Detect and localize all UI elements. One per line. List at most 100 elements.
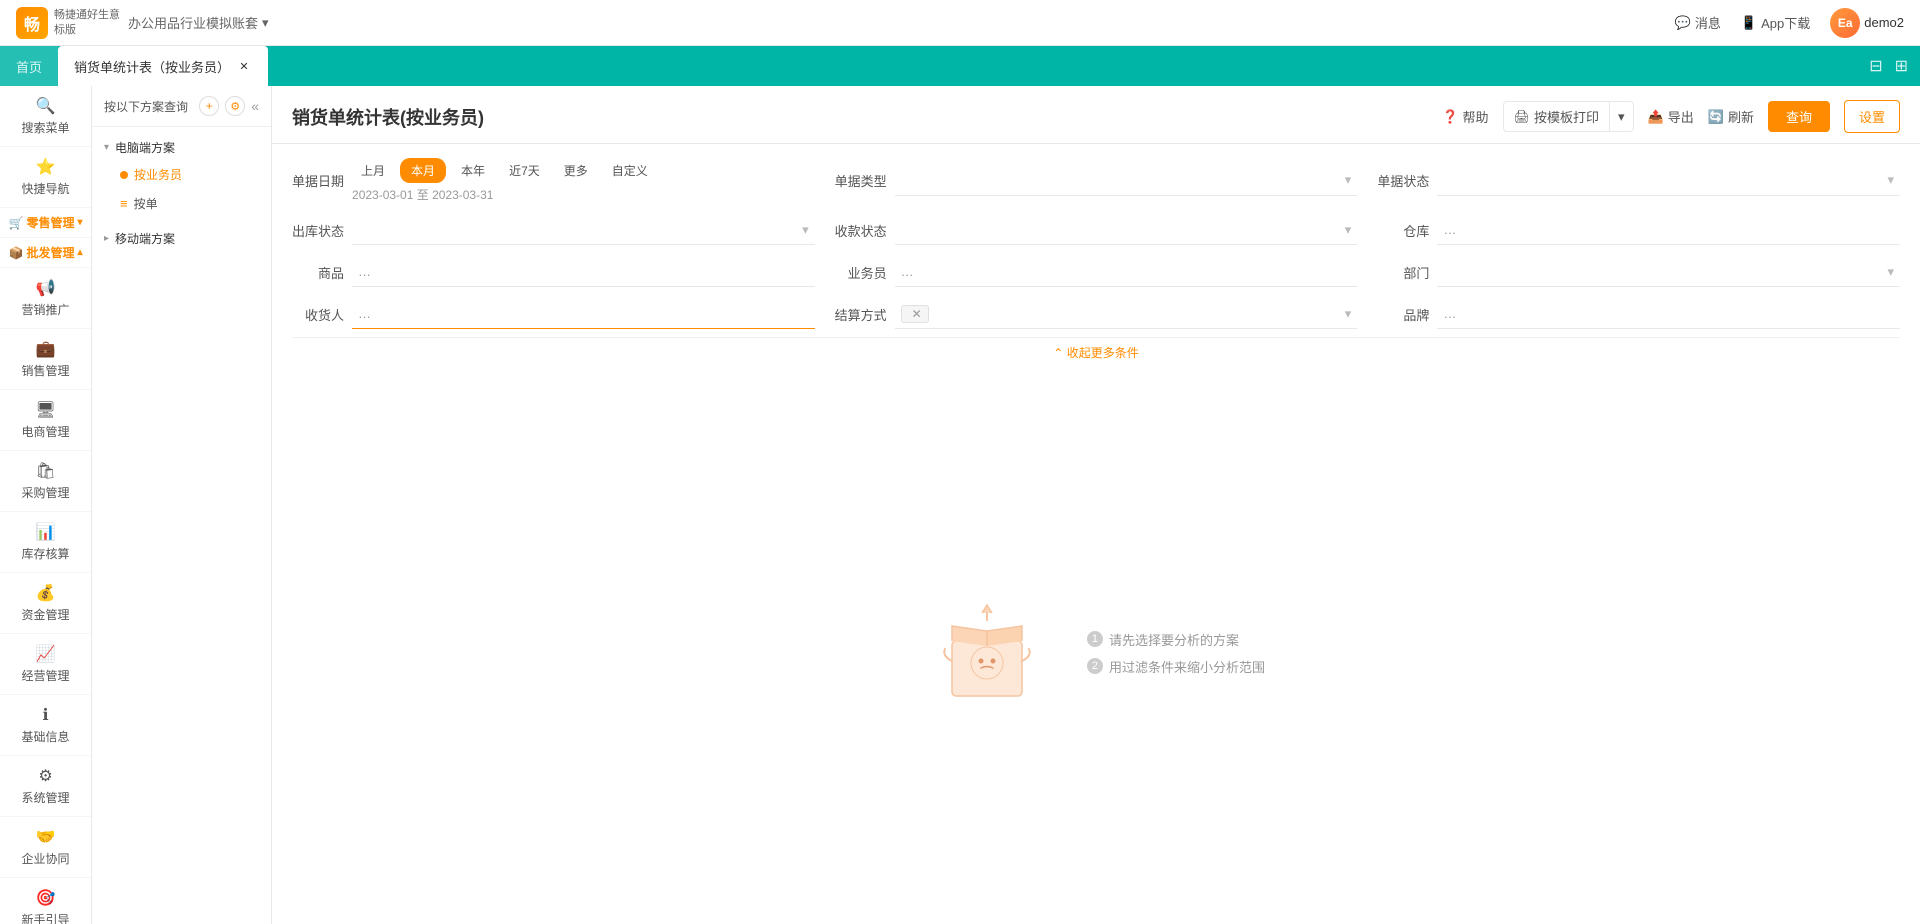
breadcrumb[interactable]: 办公用品行业模拟账套 ▾: [128, 13, 269, 32]
filter-row-3: 商品 … 业务员 … 部门: [292, 257, 1900, 287]
print-dropdown-button[interactable]: ▾: [1610, 102, 1633, 131]
scheme-group-mobile[interactable]: ▸ 移动端方案: [92, 226, 271, 251]
scheme-item-by-staff[interactable]: 按业务员: [92, 160, 271, 189]
tip-num-2: 2: [1087, 658, 1103, 674]
sidebar-item-wholesale[interactable]: 📦 批发管理 ▴: [0, 238, 91, 268]
sidebar-item-basic[interactable]: ℹ 基础信息: [0, 695, 91, 756]
filter-row-2: 出库状态 ▾ 收款状态 ▾ 仓库: [292, 215, 1900, 245]
filter-area: 单据日期 上月 本月 本年 近7天 更多 自定义 2023-03-01 至 20…: [272, 144, 1920, 381]
collapse-icon: ⌃: [1053, 346, 1063, 360]
sidebar-item-newbie[interactable]: 🎯 新手引导: [0, 878, 91, 924]
tab-maximize-icon[interactable]: ⊞: [1895, 56, 1908, 76]
outstatus-input[interactable]: ▾: [352, 215, 815, 245]
warehouse-label: 仓库: [1377, 221, 1429, 240]
settlement-tag-close[interactable]: ✕: [912, 307, 922, 321]
tab-close-icon[interactable]: ✕: [236, 58, 252, 74]
empty-tip-1: 1 请先选择要分析的方案: [1087, 630, 1265, 649]
scheme-item-by-order[interactable]: ≡ 按单: [92, 189, 271, 218]
brand-input[interactable]: …: [1437, 299, 1900, 329]
avatar: Ea: [1830, 8, 1860, 38]
sidebar-quicknav[interactable]: ⭐ 快捷导航: [0, 147, 91, 208]
sidebar-item-purchase[interactable]: 🛍 采购管理: [0, 451, 91, 512]
scheme-mobile-arrow-icon: ▸: [104, 233, 109, 244]
docstatus-input[interactable]: ▾: [1437, 166, 1900, 196]
export-icon: 📤: [1648, 109, 1664, 125]
app-download-button[interactable]: 📱 App下载: [1741, 13, 1810, 32]
date-btn-7days[interactable]: 近7天: [500, 158, 549, 183]
scheme-group-pc: ▾ 电脑端方案 按业务员 ≡ 按单: [92, 127, 271, 226]
scheme-group-pc-header[interactable]: ▾ 电脑端方案: [92, 135, 271, 160]
retail-icon: 🛒: [9, 216, 24, 230]
tab-minimize-icon[interactable]: ⊟: [1869, 56, 1882, 76]
warehouse-input[interactable]: …: [1437, 215, 1900, 245]
dept-input[interactable]: ▾: [1437, 257, 1900, 287]
scheme-add-button[interactable]: +: [199, 96, 219, 116]
date-btn-custom[interactable]: 自定义: [603, 158, 657, 183]
date-btn-this-month[interactable]: 本月: [400, 158, 446, 183]
sidebar-search[interactable]: 🔍 搜索菜单: [0, 86, 91, 147]
filter-warehouse-field: 仓库 …: [1377, 215, 1900, 245]
paystatus-input[interactable]: ▾: [895, 215, 1358, 245]
filter-paystatus-field: 收款状态 ▾: [835, 215, 1358, 245]
tab-sales-stat[interactable]: 销货单统计表（按业务员） ✕: [58, 46, 268, 86]
settlement-tag: ✕: [901, 305, 929, 323]
system-icon: ⚙: [38, 766, 52, 786]
sidebar-item-sales[interactable]: 💼 销售管理: [0, 329, 91, 390]
filter-consignee-field: 收货人 …: [292, 299, 815, 329]
sidebar-item-system[interactable]: ⚙ 系统管理: [0, 756, 91, 817]
message-button[interactable]: 💬 消息: [1675, 13, 1721, 32]
business-icon: 📈: [36, 644, 56, 664]
page-header: 销货单统计表(按业务员) ❓ 帮助 🖨 按模板打印 ▾: [272, 86, 1920, 144]
sidebar-item-marketing[interactable]: 📢 营销推广: [0, 268, 91, 329]
sidebar-item-business[interactable]: 📈 经营管理: [0, 634, 91, 695]
empty-content: 1 请先选择要分析的方案 2 用过滤条件来缩小分析范围: [927, 591, 1265, 714]
settlement-input[interactable]: ✕ ▾: [895, 299, 1358, 329]
doctype-input[interactable]: ▾: [895, 166, 1358, 196]
sidebar-item-ecom[interactable]: 🖥 电商管理: [0, 390, 91, 451]
help-button[interactable]: ❓ 帮助: [1442, 107, 1488, 126]
filter-doctype-field: 单据类型 ▾: [835, 158, 1358, 203]
scheme-collapse-button[interactable]: «: [251, 98, 259, 114]
dept-label: 部门: [1377, 263, 1429, 282]
goods-label: 商品: [292, 263, 344, 282]
staff-input[interactable]: …: [895, 257, 1358, 287]
collab-icon: 🤝: [36, 827, 56, 847]
goods-input[interactable]: …: [352, 257, 815, 287]
collapse-more-button[interactable]: ⌃ 收起更多条件: [292, 337, 1900, 367]
empty-tip-2: 2 用过滤条件来缩小分析范围: [1087, 657, 1265, 676]
date-btn-last-month[interactable]: 上月: [352, 158, 394, 183]
right-panel: 销货单统计表(按业务员) ❓ 帮助 🖨 按模板打印 ▾: [272, 86, 1920, 924]
scheme-edit-button[interactable]: ⚙: [225, 96, 245, 116]
filter-settlement-field: 结算方式 ✕ ▾: [835, 299, 1358, 329]
print-button-group: 🖨 按模板打印 ▾: [1503, 101, 1634, 132]
breadcrumb-arrow-icon: ▾: [262, 15, 269, 31]
refresh-button[interactable]: 🔄 刷新: [1708, 107, 1754, 126]
print-button[interactable]: 🖨 按模板打印: [1504, 102, 1610, 131]
sidebar-item-inventory[interactable]: 📊 库存核算: [0, 512, 91, 573]
logo-text: 畅捷通好生意 标版: [54, 8, 120, 37]
filter-brand-field: 品牌 …: [1377, 299, 1900, 329]
tip-num-1: 1: [1087, 631, 1103, 647]
export-button[interactable]: 📤 导出: [1648, 107, 1694, 126]
paystatus-label: 收款状态: [835, 221, 887, 240]
search-icon: 🔍: [36, 96, 56, 116]
filter-outstatus-field: 出库状态 ▾: [292, 215, 815, 245]
brand-label: 品牌: [1377, 305, 1429, 324]
filter-row-4: 收货人 … 结算方式 ✕ ▾: [292, 299, 1900, 329]
settings-button[interactable]: 设置: [1844, 100, 1900, 133]
user-menu[interactable]: Ea demo2: [1830, 8, 1904, 38]
sidebar-item-collab[interactable]: 🤝 企业协同: [0, 817, 91, 878]
date-range-display: 2023-03-01 至 2023-03-31: [352, 186, 815, 203]
query-button[interactable]: 查询: [1768, 101, 1830, 132]
date-btn-this-year[interactable]: 本年: [452, 158, 494, 183]
top-header: 畅 畅捷通好生意 标版 办公用品行业模拟账套 ▾ 💬 消息 📱 App下载 Ea…: [0, 0, 1920, 46]
consignee-input[interactable]: …: [352, 299, 815, 329]
tab-home[interactable]: 首页: [0, 46, 58, 86]
date-btn-more[interactable]: 更多: [555, 158, 597, 183]
sales-icon: 💼: [36, 339, 56, 359]
empty-illustration: [927, 591, 1047, 714]
settlement-label: 结算方式: [835, 305, 887, 324]
sidebar-item-retail[interactable]: 🛒 零售管理 ▾: [0, 208, 91, 238]
sidebar-item-finance[interactable]: 💰 资金管理: [0, 573, 91, 634]
header-left: 畅 畅捷通好生意 标版 办公用品行业模拟账套 ▾: [16, 7, 269, 39]
